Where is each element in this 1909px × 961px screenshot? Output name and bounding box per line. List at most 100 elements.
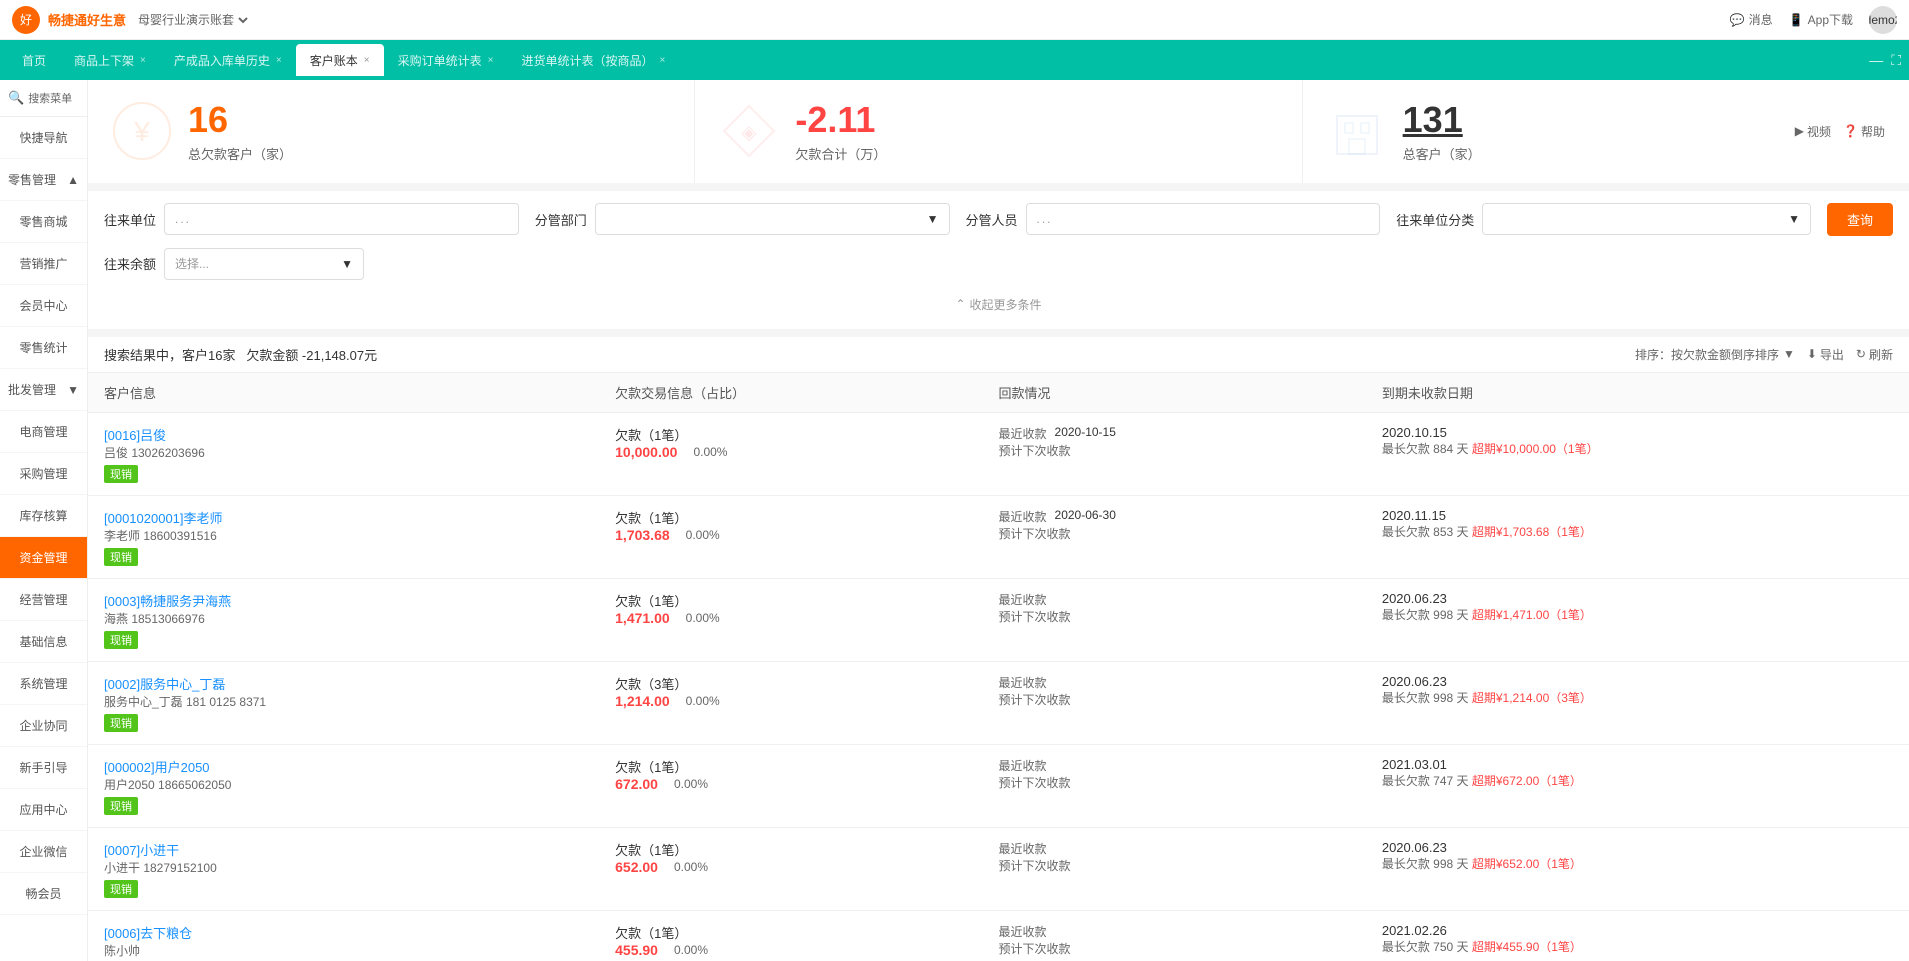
- overdue-amount-link[interactable]: 超期¥1,703.68（1笔）: [1472, 525, 1592, 539]
- sort-select[interactable]: 排序：按欠款金额倒序排序 ▼: [1635, 346, 1795, 363]
- sidebar-item-corp-coop[interactable]: 企业协同: [0, 705, 87, 747]
- chevron-down-icon: ▼: [1783, 347, 1795, 361]
- tab-close-icon[interactable]: ×: [364, 55, 370, 66]
- sidebar-item-quick-nav[interactable]: 快捷导航: [0, 117, 87, 159]
- avatar[interactable]: demo2: [1869, 6, 1897, 34]
- overdue-date: 2020.06.23: [1382, 840, 1893, 855]
- message-icon: 💬: [1730, 13, 1745, 27]
- overdue-days-amount-row: 最长欠款 998 天 超期¥1,214.00（3笔）: [1382, 689, 1893, 706]
- filter-select-category[interactable]: ▼: [1482, 203, 1811, 235]
- recover-info-cell: 最近收款 2020-06-30 预计下次收款: [999, 508, 1382, 542]
- sidebar-item-app-center[interactable]: 应用中心: [0, 789, 87, 831]
- recent-recover-row: 最近收款: [999, 840, 1382, 857]
- company-select[interactable]: 母婴行业演示账套: [134, 12, 251, 28]
- app-download-btn[interactable]: 📱 App下载: [1789, 11, 1853, 28]
- overdue-days-amount-row: 最长欠款 747 天 超期¥672.00（1笔）: [1382, 772, 1893, 789]
- recover-info-cell: 最近收款 预计下次收款: [999, 591, 1382, 625]
- customer-name-link[interactable]: [0001020001]李老师: [104, 511, 223, 526]
- overdue-days-amount-row: 最长欠款 853 天 超期¥1,703.68（1笔）: [1382, 523, 1893, 540]
- tab-bar: 首页 商品上下架 × 产成品入库单历史 × 客户账本 × 采购订单统计表 × 进…: [0, 40, 1909, 80]
- tab-close-icon[interactable]: ×: [659, 55, 665, 66]
- filter-label-balance: 往来余额: [104, 254, 156, 273]
- sidebar-item-retail-mgmt[interactable]: 零售管理 ▲: [0, 159, 87, 201]
- search-button[interactable]: 查询: [1827, 203, 1893, 236]
- table-row: [0002]服务中心_丁磊 服务中心_丁磊 181 0125 8371 现销 欠…: [88, 662, 1909, 745]
- table-row: [000002]用户2050 用户2050 18665062050 现销 欠款（…: [88, 745, 1909, 828]
- sidebar-item-sys-mgmt[interactable]: 系统管理: [0, 663, 87, 705]
- message-btn[interactable]: 💬 消息: [1730, 11, 1773, 28]
- tab-purchase-order[interactable]: 采购订单统计表 ×: [384, 44, 508, 76]
- logo-area: 好 畅捷通好生意 母婴行业演示账套: [12, 6, 251, 34]
- tab-close-icon[interactable]: ×: [140, 55, 146, 66]
- chevron-down-icon: ▼: [67, 383, 79, 397]
- th-debt: 欠款交易信息（占比）: [615, 383, 998, 402]
- sidebar-item-marketing[interactable]: 营销推广: [0, 243, 87, 285]
- customer-name-link[interactable]: [0007]小进干: [104, 843, 179, 858]
- overdue-days: 最长欠款 998 天: [1382, 857, 1472, 871]
- sidebar-item-vip-member[interactable]: 畅会员: [0, 873, 87, 915]
- customer-name-link[interactable]: [0016]吕俊: [104, 428, 166, 443]
- overdue-cell: 2020.06.23 最长欠款 998 天 超期¥1,471.00（1笔）: [1382, 591, 1893, 623]
- sidebar-item-corp-wechat[interactable]: 企业微信: [0, 831, 87, 873]
- filter-select-balance[interactable]: 选择... ▼: [164, 248, 364, 280]
- customer-name-link[interactable]: [000002]用户2050: [104, 760, 210, 775]
- sidebar-item-member[interactable]: 会员中心: [0, 285, 87, 327]
- sidebar-item-beginner[interactable]: 新手引导: [0, 747, 87, 789]
- customer-name-link[interactable]: [0006]去下粮仓: [104, 926, 192, 941]
- tab-product-history[interactable]: 产成品入库单历史 ×: [160, 44, 296, 76]
- filter-input-unit[interactable]: ...: [164, 203, 519, 235]
- tab-home[interactable]: 首页: [8, 44, 60, 76]
- tab-purchase-stat[interactable]: 进货单统计表（按商品） ×: [507, 44, 679, 76]
- sidebar-item-retail-stat[interactable]: 零售统计: [0, 327, 87, 369]
- refresh-btn[interactable]: ↻ 刷新: [1856, 346, 1893, 363]
- sidebar-item-purchase-mgmt[interactable]: 采购管理: [0, 453, 87, 495]
- sidebar-item-basic-info[interactable]: 基础信息: [0, 621, 87, 663]
- filter-select-dept[interactable]: ▼: [595, 203, 950, 235]
- tab-minimize-btn[interactable]: —: [1869, 52, 1883, 69]
- collapse-filters-btn[interactable]: ⌃ 收起更多条件: [104, 292, 1893, 317]
- customer-phone: 海燕 18513066976: [104, 610, 615, 627]
- customer-info-cell: [0002]服务中心_丁磊 服务中心_丁磊 181 0125 8371 现销: [104, 674, 615, 732]
- overdue-amount-link[interactable]: 超期¥672.00（1笔）: [1472, 774, 1582, 788]
- tab-close-icon[interactable]: ×: [488, 55, 494, 66]
- export-btn[interactable]: ⬇ 导出: [1807, 346, 1844, 363]
- overdue-cell: 2020.10.15 最长欠款 884 天 超期¥10,000.00（1笔）: [1382, 425, 1893, 457]
- filter-input-person[interactable]: ...: [1026, 203, 1381, 235]
- overdue-days: 最长欠款 747 天: [1382, 774, 1472, 788]
- tab-close-icon[interactable]: ×: [276, 55, 282, 66]
- table-body: [0016]吕俊 吕俊 13026203696 现销 欠款（1笔） 10,000…: [88, 413, 1909, 961]
- help-btn[interactable]: ❓ 帮助: [1843, 123, 1885, 140]
- sidebar: 🔍 搜索菜单 快捷导航 零售管理 ▲ 零售商城 营销推广 会员中心 零售统计 批…: [0, 80, 88, 961]
- video-btn[interactable]: ▶ 视频: [1795, 123, 1831, 140]
- recover-info-cell: 最近收款 预计下次收款: [999, 674, 1382, 708]
- tab-maximize-btn[interactable]: ⛶: [1891, 52, 1901, 69]
- customer-name-link[interactable]: [0003]畅捷服务尹海燕: [104, 594, 231, 609]
- sidebar-item-batch-mgmt[interactable]: 批发管理 ▼: [0, 369, 87, 411]
- customer-name-link[interactable]: [0002]服务中心_丁磊: [104, 677, 225, 692]
- overdue-amount-link[interactable]: 超期¥652.00（1笔）: [1472, 857, 1582, 871]
- sidebar-item-inventory[interactable]: 库存核算: [0, 495, 87, 537]
- overdue-amount-link[interactable]: 超期¥455.90（1笔）: [1472, 940, 1582, 954]
- overdue-cell: 2021.03.01 最长欠款 747 天 超期¥672.00（1笔）: [1382, 757, 1893, 789]
- sidebar-item-ecom-mgmt[interactable]: 电商管理: [0, 411, 87, 453]
- overdue-amount-link[interactable]: 超期¥1,214.00（3笔）: [1472, 691, 1592, 705]
- th-overdue: 到期未收款日期: [1382, 383, 1893, 402]
- overdue-amount-link[interactable]: 超期¥10,000.00（1笔）: [1472, 442, 1599, 456]
- dots-icon: ...: [1037, 212, 1053, 226]
- sidebar-item-finance[interactable]: 资金管理: [0, 537, 87, 579]
- overdue-days-amount-row: 最长欠款 998 天 超期¥652.00（1笔）: [1382, 855, 1893, 872]
- overdue-amount-link[interactable]: 超期¥1,471.00（1笔）: [1472, 608, 1592, 622]
- customer-info-cell: [0006]去下粮仓 陈小帅 现销: [104, 923, 615, 961]
- tab-customer-account[interactable]: 客户账本 ×: [296, 44, 384, 76]
- tab-product-off[interactable]: 商品上下架 ×: [60, 44, 160, 76]
- sidebar-search[interactable]: 🔍 搜索菜单: [0, 80, 87, 117]
- debt-amount: 652.00: [615, 859, 658, 875]
- overdue-date: 2020.06.23: [1382, 591, 1893, 606]
- sidebar-item-business[interactable]: 经营管理: [0, 579, 87, 621]
- sidebar-item-retail-mall[interactable]: 零售商城: [0, 201, 87, 243]
- customer-info-cell: [0001020001]李老师 李老师 18600391516 现销: [104, 508, 615, 566]
- export-icon: ⬇: [1807, 347, 1817, 361]
- chevron-down-icon: ▼: [341, 257, 353, 271]
- customer-info-cell: [0007]小进干 小进干 18279152100 现销: [104, 840, 615, 898]
- filter-row-1: 往来单位 ... 分管部门 ▼ 分管人员 ...: [104, 203, 1893, 236]
